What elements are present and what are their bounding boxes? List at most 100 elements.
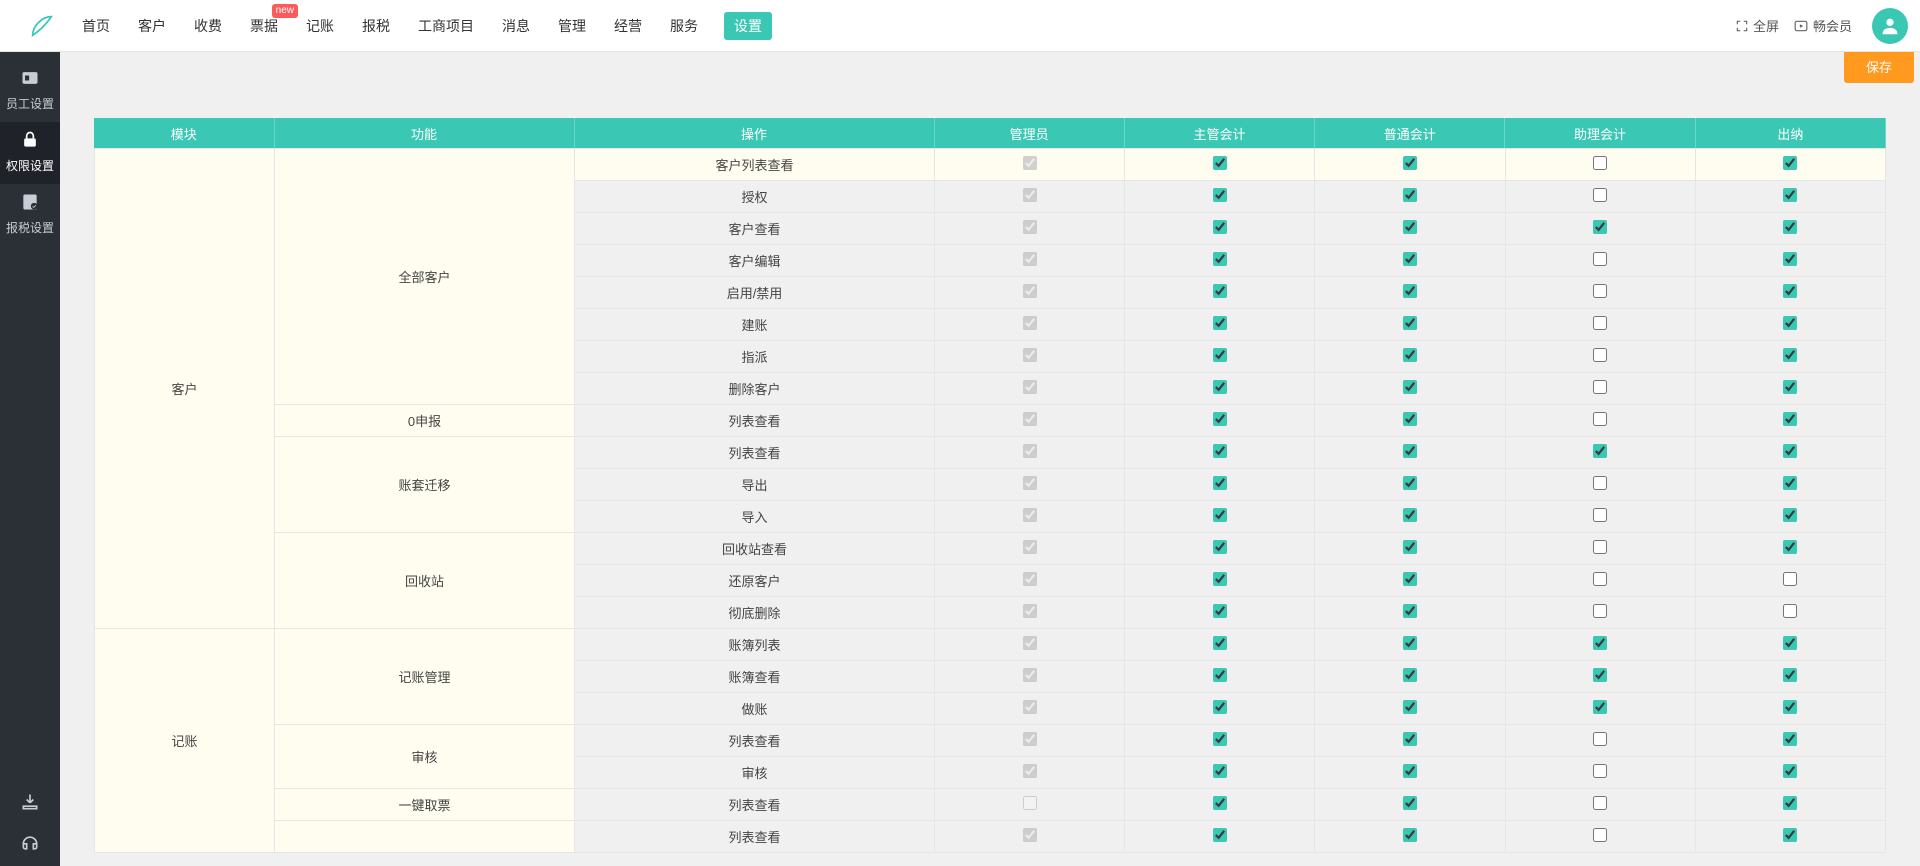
- permission-checkbox[interactable]: [1783, 668, 1797, 682]
- permission-checkbox[interactable]: [1593, 412, 1607, 426]
- permission-checkbox[interactable]: [1593, 316, 1607, 330]
- permission-checkbox[interactable]: [1403, 700, 1417, 714]
- permission-checkbox[interactable]: [1213, 316, 1227, 330]
- permission-checkbox[interactable]: [1593, 476, 1607, 490]
- permission-checkbox[interactable]: [1023, 508, 1037, 522]
- permission-checkbox[interactable]: [1403, 476, 1417, 490]
- permission-checkbox[interactable]: [1403, 348, 1417, 362]
- permission-checkbox[interactable]: [1213, 540, 1227, 554]
- permission-checkbox[interactable]: [1403, 508, 1417, 522]
- permission-checkbox[interactable]: [1593, 764, 1607, 778]
- nav-item[interactable]: 消息: [500, 10, 532, 42]
- nav-item[interactable]: 客户: [136, 10, 168, 42]
- permission-checkbox[interactable]: [1023, 412, 1037, 426]
- permission-checkbox[interactable]: [1403, 732, 1417, 746]
- sidebar-item[interactable]: 员工设置: [0, 60, 60, 122]
- permission-checkbox[interactable]: [1213, 636, 1227, 650]
- permission-checkbox[interactable]: [1783, 732, 1797, 746]
- permission-checkbox[interactable]: [1213, 156, 1227, 170]
- permission-checkbox[interactable]: [1593, 188, 1607, 202]
- permission-checkbox[interactable]: [1213, 668, 1227, 682]
- permission-checkbox[interactable]: [1023, 156, 1037, 170]
- permission-checkbox[interactable]: [1403, 636, 1417, 650]
- permission-checkbox[interactable]: [1213, 796, 1227, 810]
- permission-checkbox[interactable]: [1213, 252, 1227, 266]
- permission-checkbox[interactable]: [1783, 412, 1797, 426]
- permission-checkbox[interactable]: [1783, 700, 1797, 714]
- permission-checkbox[interactable]: [1783, 828, 1797, 842]
- sidebar-bottom-item[interactable]: [0, 784, 60, 825]
- permission-checkbox[interactable]: [1783, 476, 1797, 490]
- permission-checkbox[interactable]: [1783, 444, 1797, 458]
- permission-checkbox[interactable]: [1593, 636, 1607, 650]
- permission-checkbox[interactable]: [1213, 348, 1227, 362]
- permission-checkbox[interactable]: [1783, 380, 1797, 394]
- permission-checkbox[interactable]: [1593, 540, 1607, 554]
- permission-checkbox[interactable]: [1593, 572, 1607, 586]
- permission-checkbox[interactable]: [1213, 604, 1227, 618]
- sidebar-item[interactable]: 报税设置: [0, 184, 60, 246]
- permission-checkbox[interactable]: [1213, 700, 1227, 714]
- permission-checkbox[interactable]: [1403, 380, 1417, 394]
- permission-checkbox[interactable]: [1023, 572, 1037, 586]
- nav-item[interactable]: 设置: [724, 12, 772, 40]
- save-button[interactable]: 保存: [1844, 52, 1914, 83]
- permission-checkbox[interactable]: [1783, 508, 1797, 522]
- permission-checkbox[interactable]: [1023, 540, 1037, 554]
- permission-checkbox[interactable]: [1213, 732, 1227, 746]
- nav-item[interactable]: 管理: [556, 10, 588, 42]
- permission-checkbox[interactable]: [1213, 220, 1227, 234]
- permission-checkbox[interactable]: [1593, 348, 1607, 362]
- permission-checkbox[interactable]: [1403, 220, 1417, 234]
- permission-checkbox[interactable]: [1213, 764, 1227, 778]
- permission-checkbox[interactable]: [1593, 604, 1607, 618]
- permission-checkbox[interactable]: [1403, 540, 1417, 554]
- nav-item[interactable]: 经营: [612, 10, 644, 42]
- permission-checkbox[interactable]: [1593, 732, 1607, 746]
- permission-checkbox[interactable]: [1023, 604, 1037, 618]
- permission-checkbox[interactable]: [1023, 764, 1037, 778]
- permission-checkbox[interactable]: [1023, 220, 1037, 234]
- nav-item[interactable]: 报税: [360, 10, 392, 42]
- table-scroll[interactable]: 客户全部客户客户列表查看授权客户查看客户编辑启用/禁用建账指派删除客户0申报列表…: [94, 148, 1886, 853]
- permission-checkbox[interactable]: [1783, 572, 1797, 586]
- permission-checkbox[interactable]: [1403, 316, 1417, 330]
- permission-checkbox[interactable]: [1403, 604, 1417, 618]
- permission-checkbox[interactable]: [1783, 284, 1797, 298]
- permission-checkbox[interactable]: [1213, 188, 1227, 202]
- nav-item[interactable]: 收费: [192, 10, 224, 42]
- permission-checkbox[interactable]: [1403, 828, 1417, 842]
- permission-checkbox[interactable]: [1593, 156, 1607, 170]
- permission-checkbox[interactable]: [1593, 700, 1607, 714]
- permission-checkbox[interactable]: [1023, 380, 1037, 394]
- permission-checkbox[interactable]: [1783, 156, 1797, 170]
- permission-checkbox[interactable]: [1213, 508, 1227, 522]
- permission-checkbox[interactable]: [1783, 252, 1797, 266]
- permission-checkbox[interactable]: [1783, 220, 1797, 234]
- nav-item[interactable]: 服务: [668, 10, 700, 42]
- permission-checkbox[interactable]: [1783, 540, 1797, 554]
- member-button[interactable]: 畅会员: [1793, 16, 1852, 35]
- permission-checkbox[interactable]: [1403, 188, 1417, 202]
- permission-checkbox[interactable]: [1213, 444, 1227, 458]
- permission-checkbox[interactable]: [1213, 828, 1227, 842]
- permission-checkbox[interactable]: [1593, 220, 1607, 234]
- permission-checkbox[interactable]: [1023, 188, 1037, 202]
- nav-item[interactable]: 首页: [80, 10, 112, 42]
- permission-checkbox[interactable]: [1783, 316, 1797, 330]
- permission-checkbox[interactable]: [1783, 636, 1797, 650]
- permission-checkbox[interactable]: [1213, 572, 1227, 586]
- avatar[interactable]: [1872, 8, 1908, 44]
- permission-checkbox[interactable]: [1593, 796, 1607, 810]
- permission-checkbox[interactable]: [1403, 412, 1417, 426]
- permission-checkbox[interactable]: [1403, 156, 1417, 170]
- permission-checkbox[interactable]: [1213, 284, 1227, 298]
- permission-checkbox[interactable]: [1403, 284, 1417, 298]
- permission-checkbox[interactable]: [1023, 444, 1037, 458]
- permission-checkbox[interactable]: [1783, 348, 1797, 362]
- permission-checkbox[interactable]: [1023, 828, 1037, 842]
- permission-checkbox[interactable]: [1023, 348, 1037, 362]
- permission-checkbox[interactable]: [1023, 700, 1037, 714]
- permission-checkbox[interactable]: [1023, 252, 1037, 266]
- permission-checkbox[interactable]: [1023, 732, 1037, 746]
